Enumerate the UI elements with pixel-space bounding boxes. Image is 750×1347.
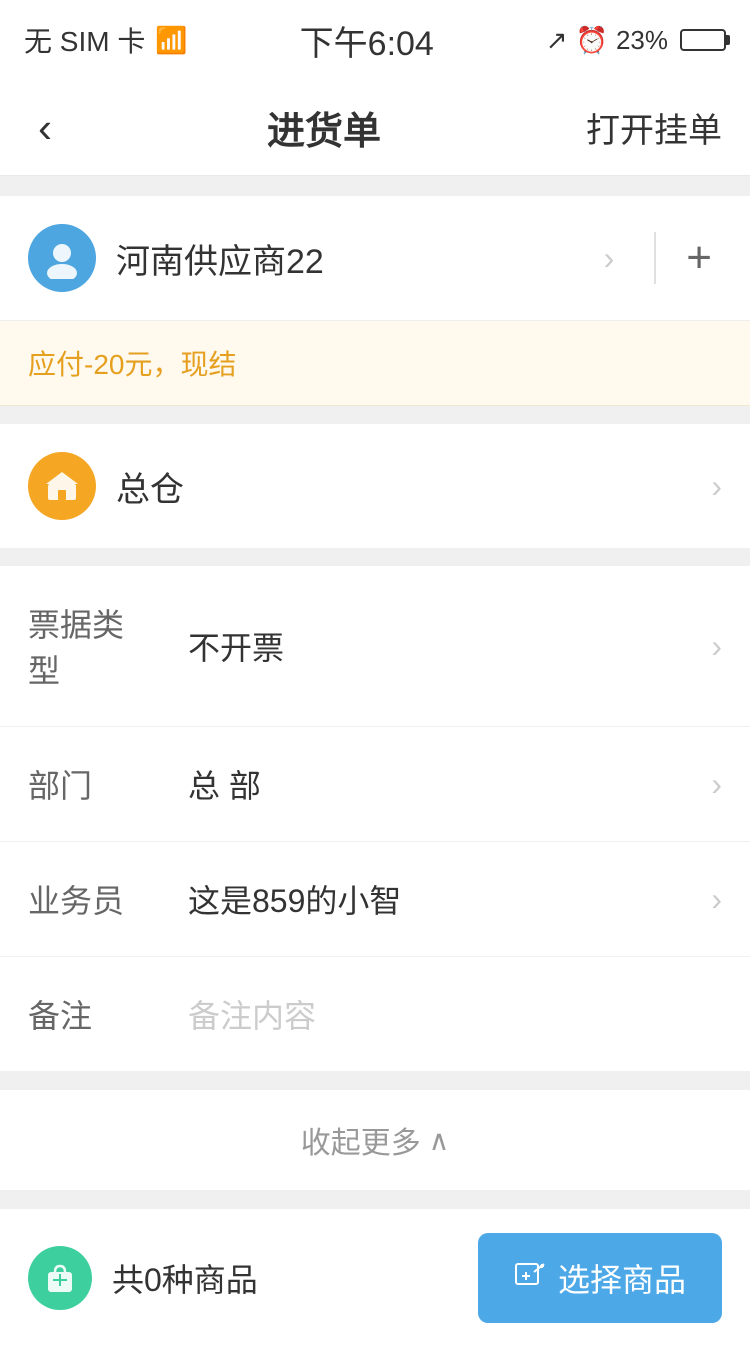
warehouse-chevron-icon: › <box>711 468 722 505</box>
page-container: 无 SIM 卡 📶 下午6:04 ↗ ⏰ 23% ‹ 进货单 打开挂单 <box>0 0 750 1347</box>
salesman-chevron-icon: › <box>711 881 722 918</box>
warehouse-card: 总仓 › <box>0 424 750 548</box>
product-bag-icon <box>28 1246 92 1310</box>
select-product-button[interactable]: 选择商品 <box>478 1233 722 1323</box>
back-button[interactable]: ‹ <box>28 94 62 162</box>
collapse-arrow-icon: ∧ <box>429 1124 450 1157</box>
remark-label: 备注 <box>28 991 148 1037</box>
warehouse-icon <box>28 452 96 520</box>
invoice-chevron-icon: › <box>711 628 722 665</box>
notice-text: 应付-20元，现结 <box>28 349 236 380</box>
open-pending-button[interactable]: 打开挂单 <box>586 103 722 152</box>
select-product-label: 选择商品 <box>558 1255 686 1301</box>
battery-icon <box>680 29 726 51</box>
supplier-divider <box>654 232 656 284</box>
remark-input[interactable]: 备注内容 <box>148 991 722 1037</box>
warehouse-row[interactable]: 总仓 › <box>0 424 750 548</box>
salesman-label: 业务员 <box>28 876 148 922</box>
location-icon: ↗ <box>546 25 568 56</box>
product-count-text: 共0种商品 <box>112 1255 258 1301</box>
gap-2 <box>0 406 750 424</box>
supplier-avatar <box>28 224 96 292</box>
form-section: 票据类型 不开票 › 部门 总 部 › 业务员 这是859的小智 › 备注 备注… <box>0 566 750 1071</box>
department-label: 部门 <box>28 761 148 807</box>
bottom-bar: 共0种商品 选择商品 <box>0 1209 750 1347</box>
warehouse-name: 总仓 <box>116 462 711 511</box>
remark-row[interactable]: 备注 备注内容 <box>0 957 750 1071</box>
invoice-label: 票据类型 <box>28 600 148 692</box>
supplier-chevron-icon: › <box>604 240 615 277</box>
wifi-icon: 📶 <box>155 25 187 56</box>
department-value: 总 部 <box>148 761 711 807</box>
notice-banner: 应付-20元，现结 <box>0 321 750 406</box>
add-supplier-button[interactable]: + <box>676 233 722 283</box>
department-row[interactable]: 部门 总 部 › <box>0 727 750 842</box>
department-chevron-icon: › <box>711 766 722 803</box>
status-left: 无 SIM 卡 📶 <box>24 20 188 60</box>
invoice-value: 不开票 <box>148 623 711 669</box>
invoice-row[interactable]: 票据类型 不开票 › <box>0 566 750 727</box>
page-title: 进货单 <box>267 100 381 155</box>
salesman-value: 这是859的小智 <box>148 876 711 922</box>
alarm-icon: ⏰ <box>576 25 608 56</box>
status-time: 下午6:04 <box>300 16 434 65</box>
battery-percent: 23% <box>616 25 668 56</box>
carrier-text: 无 SIM 卡 <box>24 20 145 60</box>
select-product-icon <box>514 1258 546 1299</box>
status-bar: 无 SIM 卡 📶 下午6:04 ↗ ⏰ 23% <box>0 0 750 80</box>
collapse-label: 收起更多 <box>301 1118 421 1162</box>
nav-bar: ‹ 进货单 打开挂单 <box>0 80 750 176</box>
supplier-row[interactable]: 河南供应商22 › + <box>0 196 750 321</box>
collapse-row[interactable]: 收起更多 ∧ <box>0 1089 750 1191</box>
gap-1 <box>0 176 750 196</box>
salesman-row[interactable]: 业务员 这是859的小智 › <box>0 842 750 957</box>
supplier-card: 河南供应商22 › + 应付-20元，现结 <box>0 196 750 406</box>
status-right: ↗ ⏰ 23% <box>546 25 726 56</box>
supplier-name: 河南供应商22 <box>116 234 604 283</box>
product-count-area: 共0种商品 <box>28 1246 258 1310</box>
